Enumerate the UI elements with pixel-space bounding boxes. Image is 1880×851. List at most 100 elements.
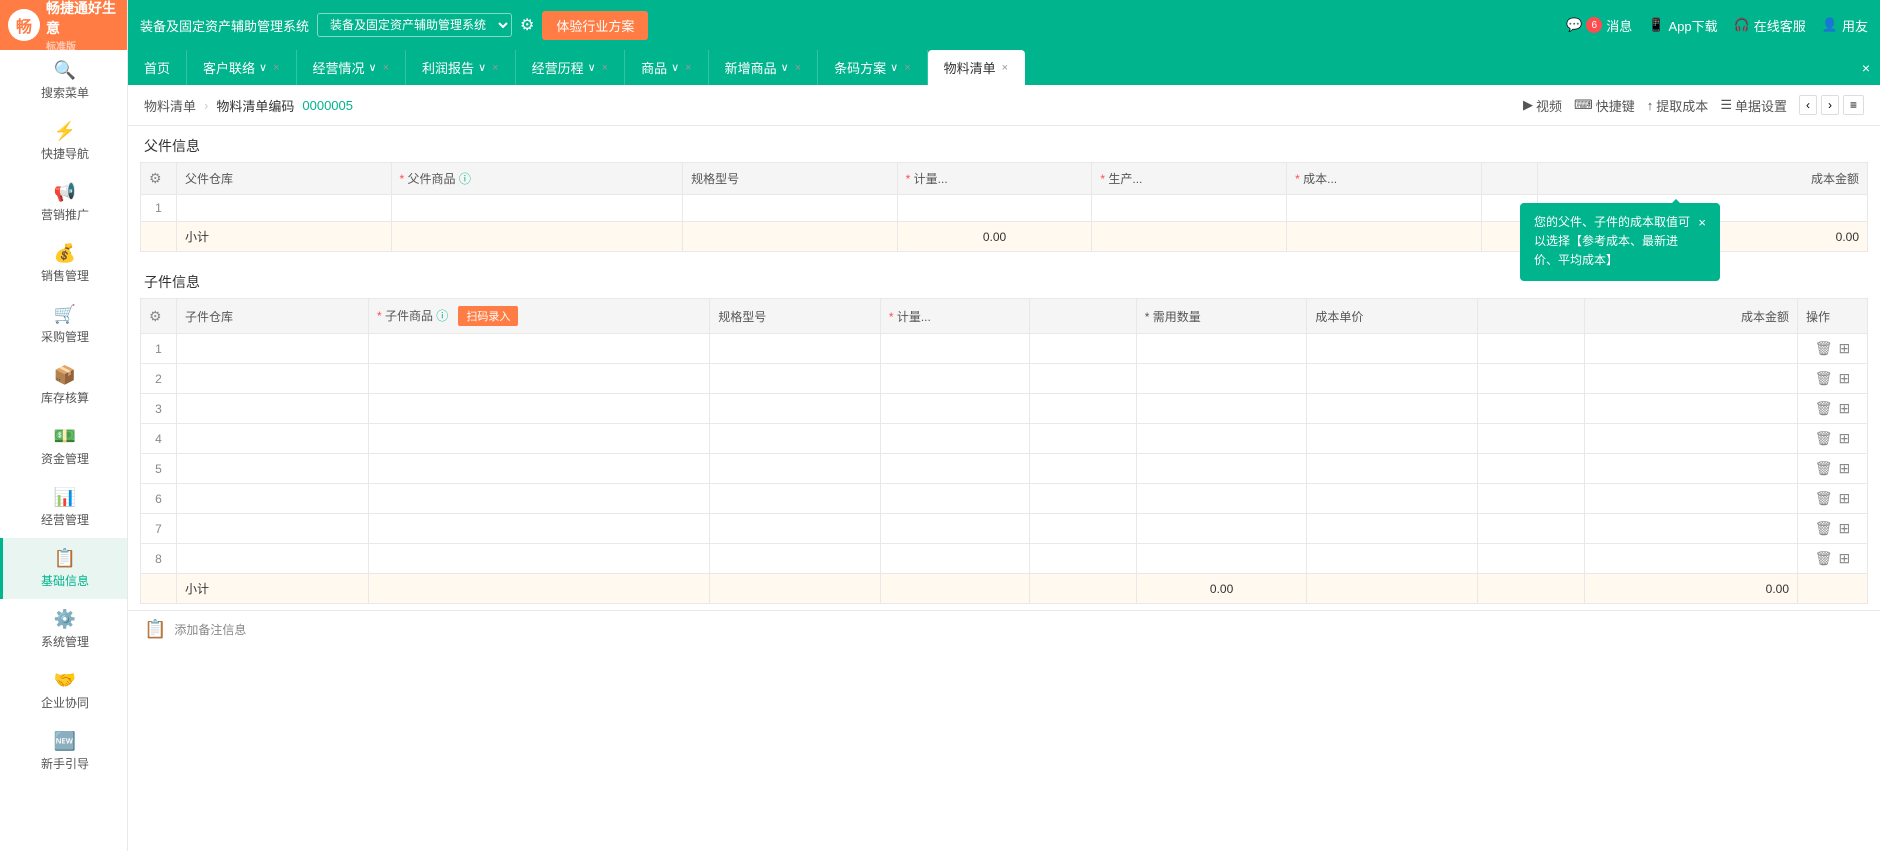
child-row-unit-price[interactable] [1307, 364, 1478, 394]
close-icon[interactable]: × [685, 62, 691, 74]
sidebar-item-inventory[interactable]: 📦 库存核算 [0, 355, 127, 416]
system-select[interactable]: 装备及固定资产辅助管理系统 [317, 13, 512, 37]
child-row-unit-price[interactable] [1307, 394, 1478, 424]
child-row-warehouse[interactable] [177, 364, 369, 394]
child-row-product[interactable] [368, 514, 709, 544]
app-download-item[interactable]: 📱 App下载 [1648, 16, 1717, 35]
single-setting-action[interactable]: ☰ 单据设置 [1720, 96, 1787, 115]
delete-icon[interactable]: 🗑 [1815, 370, 1833, 387]
child-row-quantity[interactable] [1136, 454, 1307, 484]
close-icon[interactable]: × [1002, 62, 1008, 74]
copy-icon[interactable]: ⊞ [1839, 520, 1851, 537]
prev-button[interactable]: ‹ [1799, 95, 1817, 115]
child-row-spec[interactable] [710, 544, 881, 574]
tab-operations[interactable]: 经营情况 ∨ × [297, 50, 407, 85]
online-support-item[interactable]: 🎧 在线客服 [1734, 16, 1806, 35]
copy-icon[interactable]: ⊞ [1839, 550, 1851, 567]
settings-icon[interactable]: ⚙ [149, 170, 162, 186]
close-icon[interactable]: × [795, 62, 801, 74]
delete-icon[interactable]: 🗑 [1815, 430, 1833, 447]
child-row-warehouse[interactable] [177, 334, 369, 364]
child-row-unit[interactable] [880, 544, 1029, 574]
tab-history[interactable]: 经营历程 ∨ × [516, 50, 626, 85]
child-row-quantity[interactable] [1136, 394, 1307, 424]
child-row-warehouse[interactable] [177, 544, 369, 574]
sidebar-item-sales[interactable]: 💰 销售管理 [0, 233, 127, 294]
close-icon[interactable]: × [273, 62, 279, 74]
child-row-warehouse[interactable] [177, 394, 369, 424]
child-row-unit-price[interactable] [1307, 454, 1478, 484]
child-row-spec[interactable] [710, 364, 881, 394]
close-icon[interactable]: × [904, 62, 910, 74]
user-item[interactable]: 👤 用友 [1822, 16, 1868, 35]
copy-icon[interactable]: ⊞ [1839, 490, 1851, 507]
child-row-product[interactable] [368, 394, 709, 424]
delete-icon[interactable]: 🗑 [1815, 550, 1833, 567]
copy-icon[interactable]: ⊞ [1839, 370, 1851, 387]
tab-product[interactable]: 商品 ∨ × [625, 50, 709, 85]
copy-icon[interactable]: ⊞ [1839, 400, 1851, 417]
view-action[interactable]: ▶ 视频 [1523, 96, 1562, 115]
child-row-unit-price[interactable] [1307, 514, 1478, 544]
next-button[interactable]: › [1821, 95, 1839, 115]
child-row-spec[interactable] [710, 394, 881, 424]
child-row-product[interactable] [368, 544, 709, 574]
child-row-unit-price[interactable] [1307, 544, 1478, 574]
child-row-warehouse[interactable] [177, 484, 369, 514]
child-row-unit[interactable] [880, 514, 1029, 544]
message-item[interactable]: 💬 6 消息 [1566, 16, 1632, 35]
close-icon[interactable]: × [602, 62, 608, 74]
parent-row-product[interactable] [391, 195, 683, 222]
sidebar-item-quicknav[interactable]: ⚡ 快捷导航 [0, 111, 127, 172]
settings-icon-child[interactable]: ⚙ [149, 308, 162, 324]
delete-icon[interactable]: 🗑 [1815, 400, 1833, 417]
sidebar-item-purchase[interactable]: 🛒 采购管理 [0, 294, 127, 355]
tab-barcode[interactable]: 条码方案 ∨ × [818, 50, 928, 85]
child-row-warehouse[interactable] [177, 514, 369, 544]
child-row-unit[interactable] [880, 454, 1029, 484]
sidebar-item-operations[interactable]: 📊 经营管理 [0, 477, 127, 538]
child-row-product[interactable] [368, 364, 709, 394]
experience-button[interactable]: 体验行业方案 [542, 11, 648, 40]
child-row-spec[interactable] [710, 424, 881, 454]
parent-row-production[interactable] [1092, 195, 1287, 222]
child-row-product[interactable] [368, 484, 709, 514]
parent-row-unit[interactable] [897, 195, 1092, 222]
sidebar-item-system[interactable]: ⚙️ 系统管理 [0, 599, 127, 660]
child-row-unit-price[interactable] [1307, 484, 1478, 514]
copy-icon[interactable]: ⊞ [1839, 430, 1851, 447]
child-row-quantity[interactable] [1136, 514, 1307, 544]
copy-icon[interactable]: ⊞ [1839, 460, 1851, 477]
child-row-unit-price[interactable] [1307, 334, 1478, 364]
delete-icon[interactable]: 🗑 [1815, 340, 1833, 357]
child-row-unit[interactable] [880, 484, 1029, 514]
child-row-product[interactable] [368, 454, 709, 484]
tab-customer[interactable]: 客户联络 ∨ × [187, 50, 297, 85]
sidebar-item-enterprise[interactable]: 🤝 企业协同 [0, 660, 127, 721]
tab-bom[interactable]: 物料清单 × [928, 50, 1025, 85]
close-icon[interactable]: × [383, 62, 389, 74]
parent-row-warehouse[interactable] [177, 195, 392, 222]
child-row-product[interactable] [368, 424, 709, 454]
sidebar-item-marketing[interactable]: 📢 营销推广 [0, 172, 127, 233]
shortcut-action[interactable]: ⌨ 快捷键 [1574, 96, 1635, 115]
gear-icon[interactable]: ⚙ [520, 15, 534, 35]
close-icon[interactable]: × [492, 62, 498, 74]
child-row-product[interactable] [368, 334, 709, 364]
child-row-spec[interactable] [710, 514, 881, 544]
child-row-spec[interactable] [710, 334, 881, 364]
tab-home[interactable]: 首页 [128, 50, 187, 85]
parent-row-cost[interactable] [1287, 195, 1482, 222]
delete-icon[interactable]: 🗑 [1815, 490, 1833, 507]
child-row-quantity[interactable] [1136, 424, 1307, 454]
copy-icon[interactable]: ⊞ [1839, 340, 1851, 357]
child-row-quantity[interactable] [1136, 484, 1307, 514]
child-row-unit[interactable] [880, 394, 1029, 424]
parent-row-spec[interactable] [683, 195, 898, 222]
child-row-unit[interactable] [880, 334, 1029, 364]
child-row-unit[interactable] [880, 364, 1029, 394]
sidebar-item-newguide[interactable]: 🆕 新手引导 [0, 721, 127, 782]
tab-profit[interactable]: 利润报告 ∨ × [406, 50, 516, 85]
delete-icon[interactable]: 🗑 [1815, 460, 1833, 477]
scan-button[interactable]: 扫码录入 [458, 306, 518, 326]
